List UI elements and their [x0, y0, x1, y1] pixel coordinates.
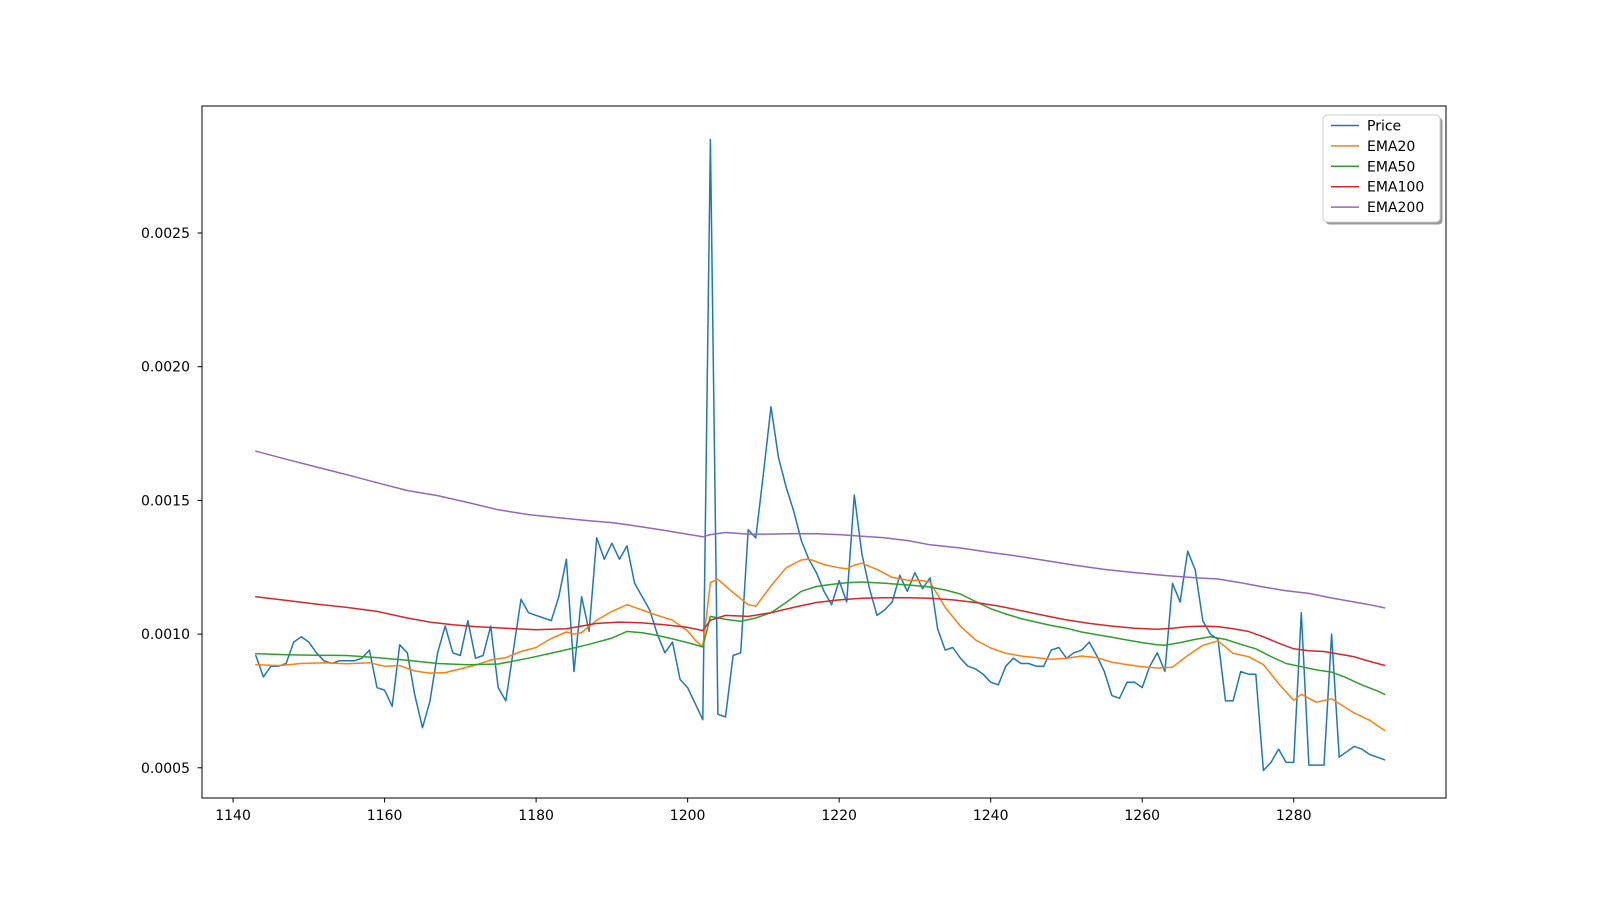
x-tick-label: 1180 [518, 808, 554, 824]
y-tick-label: 0.0020 [141, 360, 190, 376]
x-tick-label: 1200 [670, 808, 706, 824]
y-tick-label: 0.0015 [141, 493, 190, 509]
legend-label: EMA100 [1367, 180, 1424, 196]
legend-label: EMA200 [1367, 200, 1424, 216]
x-tick-label: 1240 [973, 808, 1009, 824]
legend: Price EMA20 EMA50 EMA100 EMA200 [1322, 114, 1443, 225]
y-tick-label: 0.0025 [141, 226, 190, 242]
price-ema-line-chart: 1140 1160 1180 1200 1220 1240 1260 1280 0.0005 0… [0, 0, 1600, 900]
y-tick-label: 0.0005 [141, 761, 190, 777]
x-tick-label: 1260 [1124, 808, 1160, 824]
legend-label: EMA50 [1367, 159, 1415, 175]
matplotlib-figure: 1140 1160 1180 1200 1220 1240 1260 1280 0.0005 0… [0, 0, 1600, 900]
legend-label: EMA20 [1367, 139, 1415, 155]
x-tick-label: 1220 [821, 808, 857, 824]
plot-area [202, 106, 1446, 798]
legend-label: Price [1367, 119, 1401, 135]
x-tick-label: 1160 [367, 808, 403, 824]
x-tick-label: 1140 [215, 808, 251, 824]
y-tick-label: 0.0010 [141, 627, 190, 643]
x-tick-label: 1280 [1276, 808, 1312, 824]
